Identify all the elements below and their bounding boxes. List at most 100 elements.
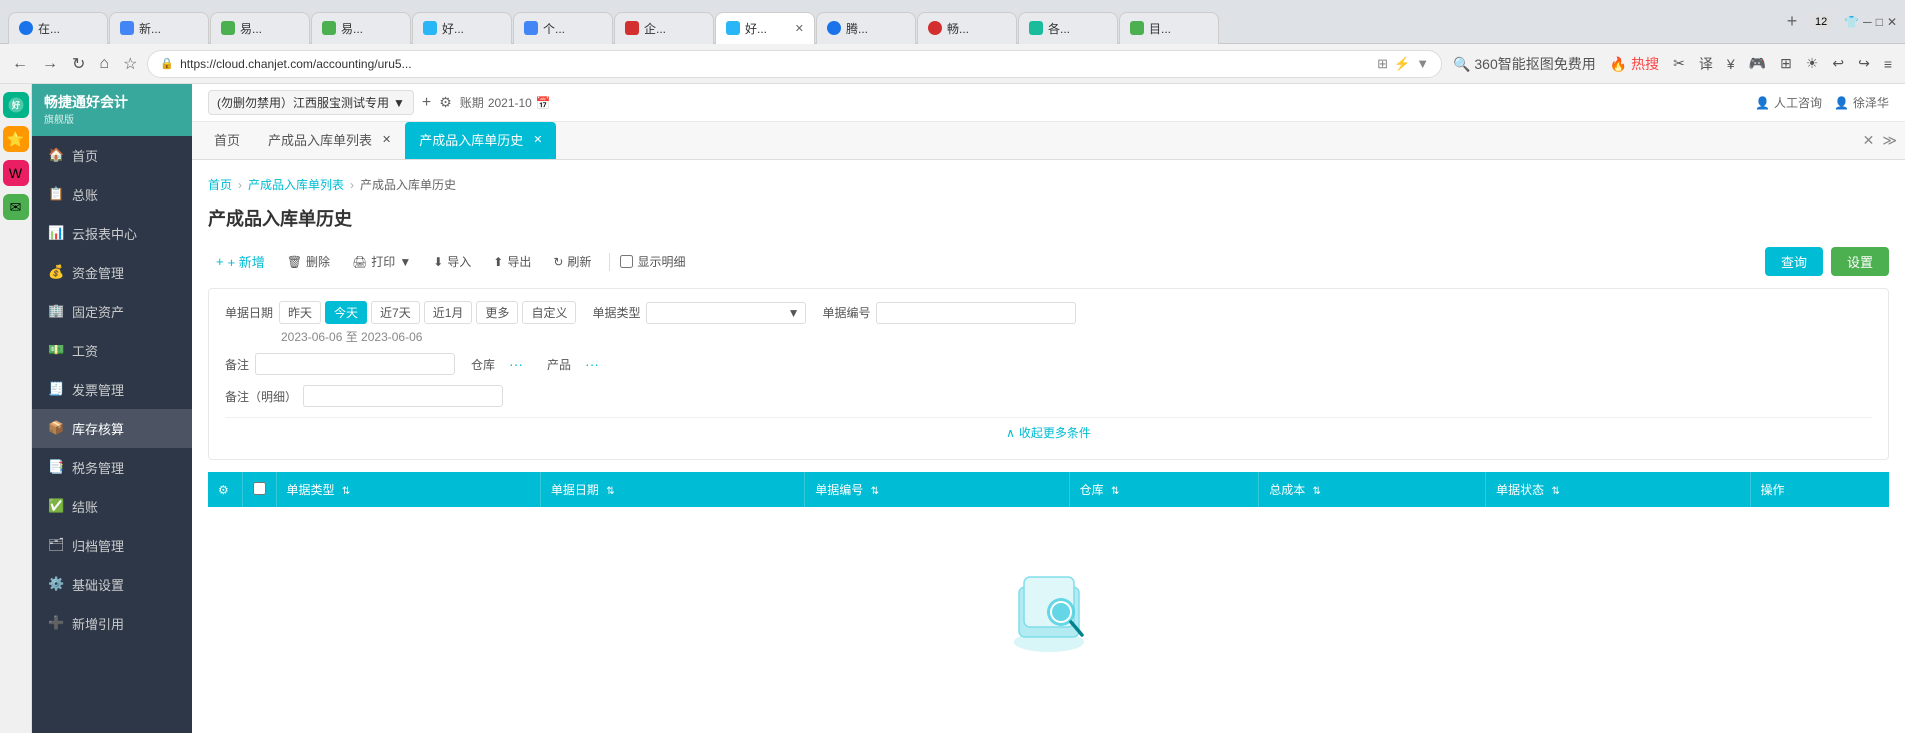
add-company-button[interactable]: + (422, 94, 431, 112)
star-icon[interactable]: ⭐ (3, 126, 29, 152)
collapse-button[interactable]: ∧ 收起更多条件 (1006, 424, 1091, 441)
browser-tab-3[interactable]: 易... (311, 12, 411, 44)
theme-btn[interactable]: ☀ (1801, 52, 1824, 75)
window-max-button[interactable]: □ (1876, 15, 1883, 29)
th-cost[interactable]: 总成本 ⇅ (1259, 472, 1486, 507)
back-btn2[interactable]: ↩ (1827, 52, 1849, 75)
browser-tab-11[interactable]: 目... (1119, 12, 1219, 44)
tab-history-close[interactable]: ✕ (533, 133, 542, 146)
date-btn-more[interactable]: 更多 (476, 301, 518, 324)
export-button[interactable]: ⬆ 导出 (485, 250, 539, 273)
tab-close-7[interactable]: ✕ (795, 22, 804, 35)
filter-type-select[interactable]: ▼ (646, 302, 806, 324)
browser-tab-9[interactable]: 畅... (917, 12, 1017, 44)
grid-btn[interactable]: ⊞ (1775, 52, 1797, 75)
more-options-icon[interactable]: ≫ (1882, 132, 1897, 149)
sidebar-item-invoice[interactable]: 🧾 发票管理 (32, 370, 192, 409)
tab-history[interactable]: 产成品入库单历史 ✕ (405, 122, 556, 159)
browser-tab-2[interactable]: 易... (210, 12, 310, 44)
sidebar-item-add[interactable]: ➕ 新增引用 (32, 604, 192, 643)
scissors-btn[interactable]: ✂ (1668, 52, 1690, 75)
sidebar-item-salary[interactable]: 💵 工资 (32, 331, 192, 370)
close-all-button[interactable]: ✕ (1863, 132, 1875, 149)
forward-btn2[interactable]: ↪ (1853, 52, 1875, 75)
dropdown-icon[interactable]: ▼ (1416, 56, 1429, 71)
setting-button[interactable]: 设置 (1831, 247, 1889, 276)
sidebar-item-settings[interactable]: ⚙️ 基础设置 (32, 565, 192, 604)
tab-list-close[interactable]: ✕ (382, 133, 391, 146)
ai-consult[interactable]: 👤 人工咨询 (1755, 94, 1822, 111)
filter-number-input[interactable] (876, 302, 1076, 324)
refresh-button[interactable]: ↻ 刷新 (545, 250, 599, 273)
window-shirt-icon[interactable]: 👕 (1844, 15, 1859, 29)
game-btn[interactable]: 🎮 (1744, 52, 1771, 75)
address-bar[interactable]: 🔒 https://cloud.chanjet.com/accounting/u… (147, 50, 1442, 78)
browser-tab-7[interactable]: 好... ✕ (715, 12, 815, 44)
yuan-btn[interactable]: ¥ (1722, 53, 1740, 75)
sidebar-item-inventory[interactable]: 📦 库存核算 (32, 409, 192, 448)
weibo-icon[interactable]: W (3, 160, 29, 186)
th-gear[interactable]: ⚙ (208, 472, 242, 507)
sidebar-item-home[interactable]: 🏠 首页 (32, 136, 192, 175)
query-button[interactable]: 查询 (1765, 247, 1823, 276)
hot-search-btn[interactable]: 🔥 热搜 (1605, 51, 1664, 77)
sidebar-item-close[interactable]: ✅ 结账 (32, 487, 192, 526)
browser-tab-6[interactable]: 企... (614, 12, 714, 44)
sidebar-item-archive[interactable]: 🗂 归档管理 (32, 526, 192, 565)
back-button[interactable]: ← (8, 51, 32, 77)
filter-note-detail-input[interactable] (303, 385, 503, 407)
th-number[interactable]: 单据编号 ⇅ (805, 472, 1069, 507)
bookmark-button[interactable]: ☆ (119, 50, 141, 78)
mail-icon[interactable]: ✉ (3, 194, 29, 220)
sidebar-item-tax[interactable]: 📑 税务管理 (32, 448, 192, 487)
date-btn-1month[interactable]: 近1月 (424, 301, 473, 324)
date-btn-today[interactable]: 今天 (325, 301, 367, 324)
company-selector[interactable]: (勿删勿禁用）江西服宝测试专用 ▼ (208, 90, 414, 115)
home-browser-button[interactable]: ⌂ (95, 51, 113, 77)
breadcrumb-home[interactable]: 首页 (208, 176, 232, 193)
tab-list[interactable]: 产成品入库单列表 ✕ (254, 122, 405, 159)
breadcrumb-list[interactable]: 产成品入库单列表 (248, 176, 344, 193)
browser-tab-8[interactable]: 腾... (816, 12, 916, 44)
print-button[interactable]: 🖨 打印 ▼ (344, 250, 419, 273)
show-detail-checkbox[interactable]: 显示明细 (620, 253, 685, 270)
logo-icon: 好 (3, 92, 29, 118)
sidebar-item-assets[interactable]: 🏢 固定资产 (32, 292, 192, 331)
import-button[interactable]: ⬇ 导入 (425, 250, 479, 273)
lightning-icon[interactable]: ⚡ (1394, 56, 1410, 72)
show-detail-input[interactable] (620, 255, 633, 268)
user-profile[interactable]: 👤 徐泽华 (1834, 94, 1889, 111)
select-all-checkbox[interactable] (253, 482, 266, 495)
th-warehouse[interactable]: 仓库 ⇅ (1069, 472, 1259, 507)
browser-tab-1[interactable]: 新... (109, 12, 209, 44)
browser-tab-4[interactable]: 好... (412, 12, 512, 44)
new-button[interactable]: + + 新增 (208, 249, 273, 274)
th-checkbox[interactable] (242, 472, 276, 507)
filter-product-dots[interactable]: ··· (577, 356, 607, 372)
browser-tab-10[interactable]: 各... (1018, 12, 1118, 44)
browser-tab-5[interactable]: 个... (513, 12, 613, 44)
date-btn-yesterday[interactable]: 昨天 (279, 301, 321, 324)
tab-home[interactable]: 首页 (200, 122, 254, 159)
menu-btn[interactable]: ≡ (1879, 53, 1897, 75)
date-btn-custom[interactable]: 自定义 (522, 301, 576, 324)
th-type[interactable]: 单据类型 ⇅ (276, 472, 540, 507)
sidebar-item-ledger[interactable]: 📋 总账 (32, 175, 192, 214)
th-date[interactable]: 单据日期 ⇅ (540, 472, 804, 507)
forward-button[interactable]: → (38, 51, 62, 77)
refresh-browser-button[interactable]: ↻ (68, 50, 89, 78)
sidebar-item-report[interactable]: 📊 云报表中心 (32, 214, 192, 253)
settings-gear-button[interactable]: ⚙ (439, 94, 452, 111)
search-360-btn[interactable]: 🔍 360智能抠图免费用 (1448, 51, 1601, 77)
window-close-button[interactable]: ✕ (1887, 15, 1897, 29)
browser-tab-0[interactable]: 在... (8, 12, 108, 44)
th-status[interactable]: 单据状态 ⇅ (1486, 472, 1750, 507)
filter-warehouse-dots[interactable]: ··· (501, 356, 531, 372)
translate-btn[interactable]: 译 (1694, 51, 1718, 77)
date-btn-7days[interactable]: 近7天 (371, 301, 420, 324)
filter-note-input[interactable] (255, 353, 455, 375)
new-tab-button[interactable]: + (1778, 8, 1806, 36)
delete-button[interactable]: 🗑 删除 (279, 250, 338, 273)
window-min-button[interactable]: ─ (1863, 15, 1872, 29)
sidebar-item-fund[interactable]: 💰 资金管理 (32, 253, 192, 292)
